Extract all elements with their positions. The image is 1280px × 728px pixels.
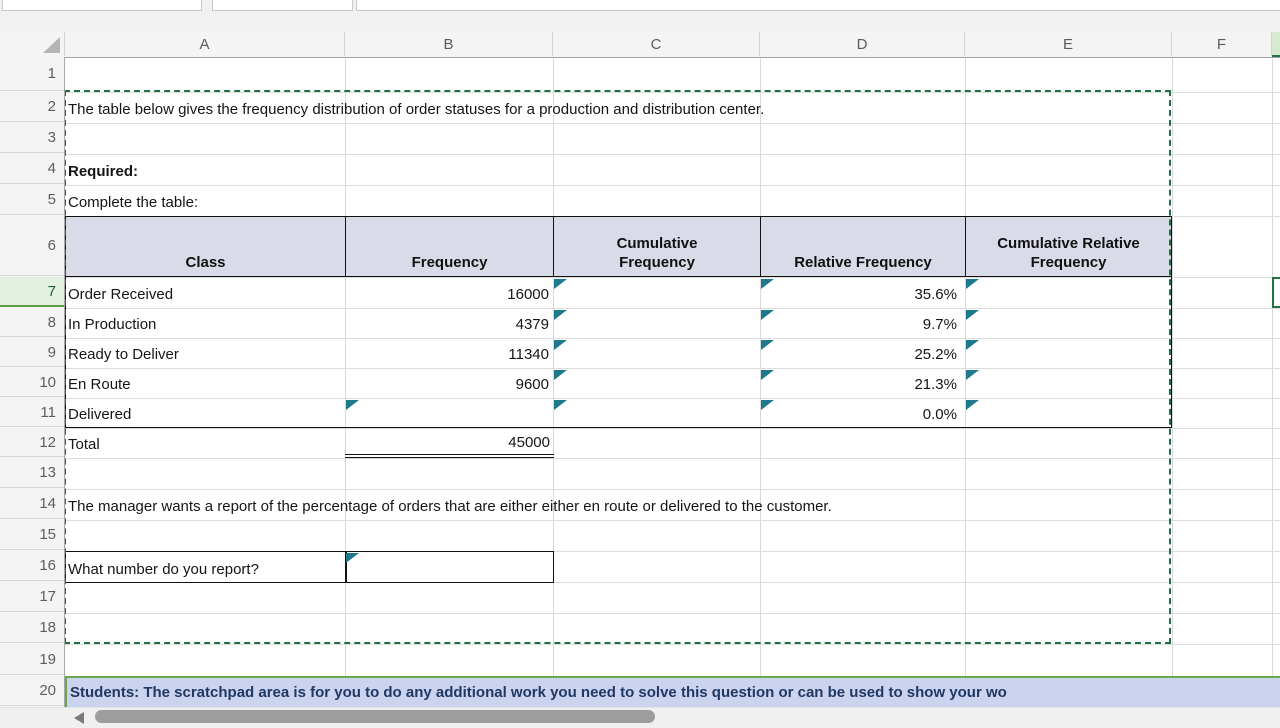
row-header-16[interactable]: 16 (0, 551, 64, 581)
cell-a7[interactable]: Order Received (65, 277, 345, 308)
input-flag-icon (966, 370, 979, 380)
cell-b8[interactable]: 4379 (345, 308, 553, 338)
name-box[interactable] (2, 0, 202, 11)
fx-box[interactable] (212, 0, 353, 11)
gridline-horizontal (65, 520, 1280, 521)
gridline-horizontal (65, 644, 1280, 645)
row-header-8[interactable]: 8 (0, 308, 64, 337)
cell-a2[interactable]: The table below gives the frequency dist… (65, 92, 1165, 123)
row-header-14[interactable]: 14 (0, 489, 64, 519)
gridline-horizontal (65, 123, 1280, 124)
cell-a4[interactable]: Required: (65, 154, 345, 185)
column-header-f[interactable]: F (1172, 32, 1272, 56)
input-flag-icon (966, 310, 979, 320)
header-frequency[interactable]: Frequency (345, 217, 553, 276)
row-header-10[interactable]: 10 (0, 368, 64, 397)
row-header-12[interactable]: 12 (0, 428, 64, 457)
active-cell-g7[interactable] (1272, 277, 1280, 308)
column-headers: ABCDEF (0, 32, 1280, 58)
row-header-19[interactable]: 19 (0, 644, 64, 675)
header-cumulative-frequency[interactable]: Cumulative Frequency (553, 217, 760, 276)
input-flag-icon (966, 400, 979, 410)
cell-d10[interactable]: 21.3% (760, 368, 961, 398)
header-cumulative-relative-frequency[interactable]: Cumulative Relative Frequency (965, 217, 1172, 276)
row-header-20[interactable]: 20 (0, 676, 64, 706)
cell-a9[interactable]: Ready to Deliver (65, 338, 345, 368)
column-header-e[interactable]: E (965, 32, 1172, 56)
row-header-13[interactable]: 13 (0, 458, 64, 488)
column-header-b[interactable]: B (345, 32, 553, 56)
horizontal-scrollbar (0, 707, 1280, 728)
cell-b12-total[interactable]: 45000 (345, 428, 554, 458)
cell-a5[interactable]: Complete the table: (65, 185, 345, 216)
cell-a8[interactable]: In Production (65, 308, 345, 338)
row-header-1[interactable]: 1 (0, 57, 64, 91)
cell-d11[interactable]: 0.0% (760, 398, 961, 428)
row-header-6[interactable]: 6 (0, 216, 64, 276)
input-flag-icon (554, 340, 567, 350)
select-all-corner-icon (43, 37, 60, 53)
cell-a16[interactable]: What number do you report? (65, 551, 345, 583)
input-flag-icon (554, 279, 567, 289)
row-header-2[interactable]: 2 (0, 92, 64, 122)
column-header-a[interactable]: A (65, 32, 345, 56)
scrollbar-thumb[interactable] (95, 710, 655, 723)
cell-d9[interactable]: 25.2% (760, 338, 961, 368)
cell-a20-scratchpad-note[interactable]: Students: The scratchpad area is for you… (65, 676, 1280, 707)
header-class[interactable]: Class (65, 217, 345, 276)
column-header-c[interactable]: C (553, 32, 760, 56)
row-header-4[interactable]: 4 (0, 154, 64, 184)
spreadsheet-window: ABCDEF 1 2 3 4 5 6 7 8 9 10 11 12 13 14 15 16 17 18 19 20 T… (0, 0, 1280, 728)
row-headers: 1 2 3 4 5 6 7 8 9 10 11 12 13 14 15 16 17 18 19 20 (0, 57, 65, 707)
row-header-15[interactable]: 15 (0, 520, 64, 550)
cell-d8[interactable]: 9.7% (760, 308, 961, 338)
input-flag-icon (554, 370, 567, 380)
input-flag-icon (554, 400, 567, 410)
cell-a11[interactable]: Delivered (65, 398, 345, 428)
cell-b7[interactable]: 16000 (345, 277, 553, 308)
input-flag-icon (966, 279, 979, 289)
cell-d7[interactable]: 35.6% (760, 277, 961, 308)
row-header-5[interactable]: 5 (0, 185, 64, 215)
input-flag-icon (554, 310, 567, 320)
select-all-button[interactable] (0, 32, 65, 56)
table-header-row: Class Frequency Cumulative Frequency Rel… (65, 216, 1172, 277)
cell-a14[interactable]: The manager wants a report of the percen… (65, 489, 1175, 520)
gridline-horizontal (65, 458, 1280, 459)
scroll-left-arrow-icon[interactable] (74, 712, 84, 724)
column-header-g-partial[interactable] (1272, 32, 1280, 57)
cell-a10[interactable]: En Route (65, 368, 345, 398)
input-flag-icon (966, 340, 979, 350)
column-header-d[interactable]: D (760, 32, 965, 56)
header-relative-frequency[interactable]: Relative Frequency (760, 217, 965, 276)
cell-b9[interactable]: 11340 (345, 338, 553, 368)
cell-a12[interactable]: Total (65, 428, 345, 458)
cell-b10[interactable]: 9600 (345, 368, 553, 398)
gridline-horizontal (65, 613, 1280, 614)
formula-input[interactable] (356, 0, 1280, 11)
row-header-17[interactable]: 17 (0, 582, 64, 612)
formula-bar-strip (0, 0, 1280, 32)
row-header-3[interactable]: 3 (0, 123, 64, 153)
row-header-7[interactable]: 7 (0, 277, 64, 307)
input-flag-icon (346, 553, 359, 563)
row-header-18[interactable]: 18 (0, 613, 64, 643)
row-header-9[interactable]: 9 (0, 338, 64, 367)
cell-b11[interactable] (345, 398, 553, 428)
row-header-11[interactable]: 11 (0, 398, 64, 427)
